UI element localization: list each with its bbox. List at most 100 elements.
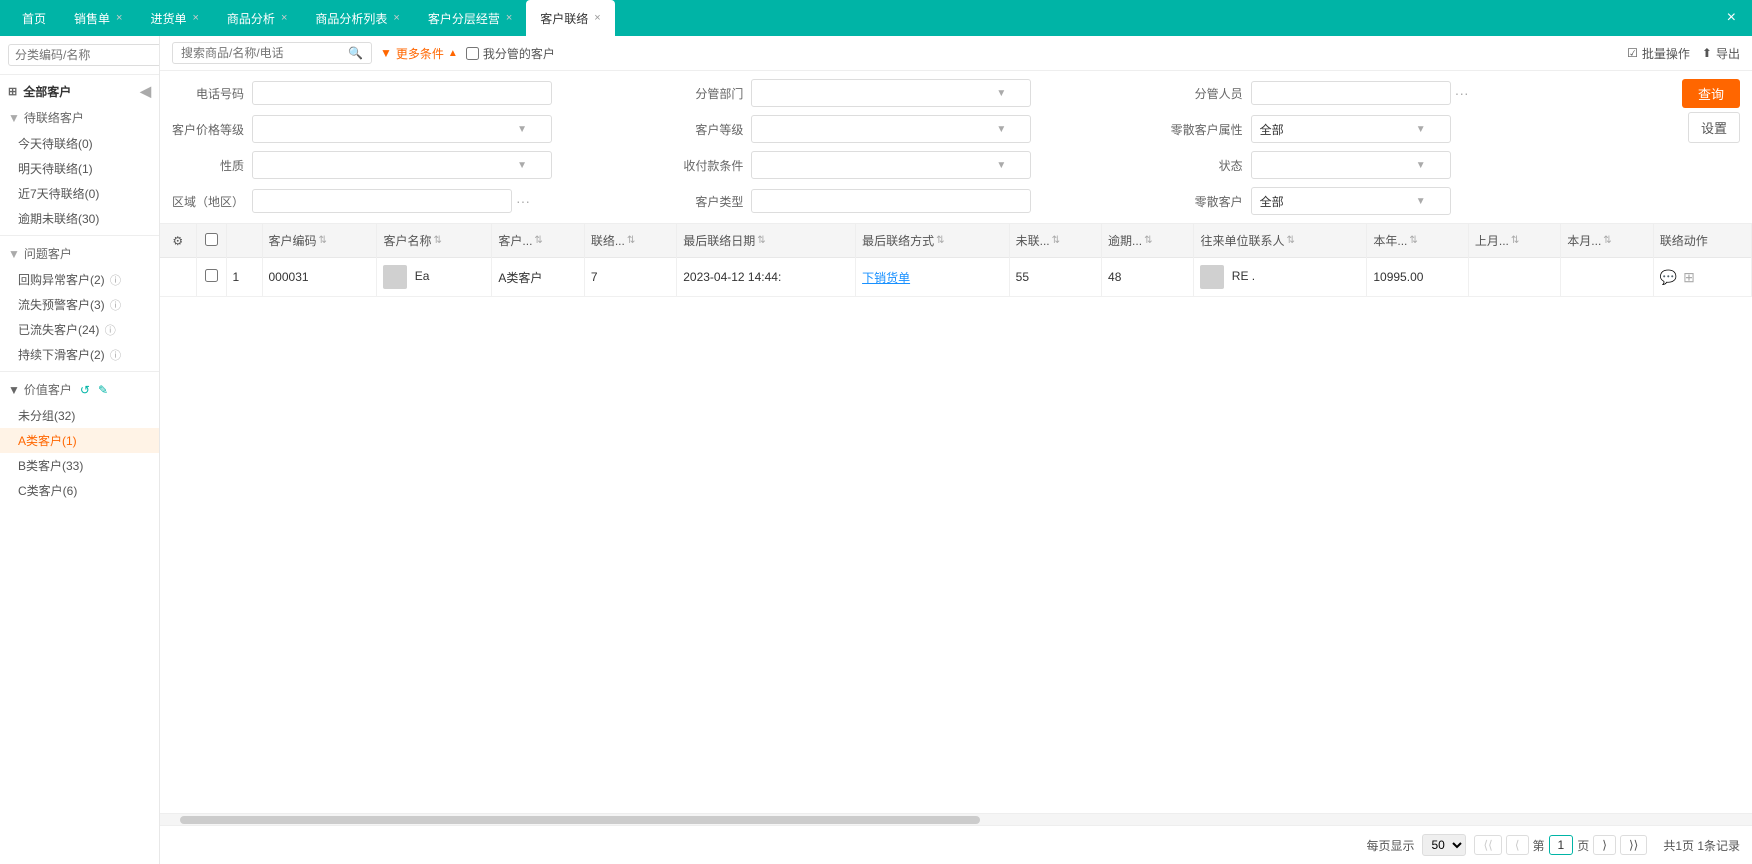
th-checkbox[interactable]: [196, 224, 226, 258]
toolbar-search-input[interactable]: [181, 46, 348, 60]
th-last-contact-date[interactable]: 最后联络日期 ⇅: [677, 224, 856, 258]
retail-attr-arrow-icon: ▼: [1416, 124, 1426, 135]
nav-purchase[interactable]: 进货单 ×: [136, 0, 212, 36]
my-customer-checkbox-container[interactable]: 我分管的客户: [466, 45, 555, 62]
customer-table: ⚙ 客户编码 ⇅: [160, 224, 1752, 297]
nav-purchase-close[interactable]: ×: [192, 12, 198, 24]
row-uncontacted-cell: 55: [1009, 258, 1101, 297]
customer-type-input[interactable]: [751, 189, 1031, 213]
sidebar-item-ungrouped[interactable]: 未分组(32): [0, 403, 159, 428]
refresh-icon[interactable]: ↺: [80, 383, 90, 397]
last-month-sort-icon: ⇅: [1511, 235, 1519, 246]
grid-icon: ⊞: [8, 85, 17, 98]
toolbar-search-icon[interactable]: 🔍: [348, 46, 363, 60]
last-page-button[interactable]: ⟩⟩: [1620, 835, 1647, 855]
sidebar-section-problem[interactable]: ▼ 问题客户: [0, 240, 159, 267]
nav-sales[interactable]: 销售单 ×: [60, 0, 136, 36]
page-size-select[interactable]: 50: [1422, 834, 1466, 856]
horizontal-scrollbar[interactable]: [160, 813, 1752, 825]
th-last-contact-method[interactable]: 最后联络方式 ⇅: [856, 224, 1010, 258]
sidebar-collapse-icon[interactable]: ◀: [140, 83, 151, 100]
region-dots-button[interactable]: ···: [512, 193, 534, 209]
next-page-button[interactable]: ⟩: [1593, 835, 1616, 855]
th-this-year[interactable]: 本年... ⇅: [1367, 224, 1469, 258]
chat-icon[interactable]: 💬: [1660, 269, 1677, 286]
sidebar-item-tomorrow-pending[interactable]: 明天待联络(1): [0, 156, 159, 181]
sidebar-item-overdue-contact[interactable]: 逾期未联络(30): [0, 206, 159, 231]
customer-level-arrow-icon: ▼: [996, 124, 1006, 135]
th-contact[interactable]: 联络... ⇅: [584, 224, 676, 258]
query-button[interactable]: 查询: [1682, 79, 1740, 108]
price-level-select[interactable]: ▼: [252, 115, 552, 143]
th-unit-contact[interactable]: 往来单位联系人 ⇅: [1194, 224, 1367, 258]
filter-field-payment: 收付款条件 ▼: [671, 151, 1170, 179]
th-name[interactable]: 客户名称 ⇅: [377, 224, 492, 258]
link-icon[interactable]: ⊞: [1683, 269, 1695, 286]
row-last-contact-date-cell: 2023-04-12 14:44:: [677, 258, 856, 297]
th-uncontacted[interactable]: 未联... ⇅: [1009, 224, 1101, 258]
more-filter-button[interactable]: ▼ 更多条件 ▲: [380, 45, 458, 62]
th-category[interactable]: 客户... ⇅: [492, 224, 584, 258]
page-size-label: 每页显示: [1366, 837, 1414, 854]
nature-select[interactable]: ▼: [252, 151, 552, 179]
nav-product-analysis-list[interactable]: 商品分析列表 ×: [301, 0, 413, 36]
sidebar-item-churn-warning[interactable]: 流失预警客户(3) ⓘ: [0, 292, 159, 317]
settings-icon[interactable]: ⚙: [172, 234, 183, 248]
last-contact-method-link[interactable]: 下销货单: [862, 271, 910, 285]
nav-home[interactable]: 首页: [8, 0, 60, 36]
th-this-month[interactable]: 本月... ⇅: [1561, 224, 1653, 258]
sidebar-item-today-pending[interactable]: 今天待联络(0): [0, 131, 159, 156]
sidebar-item-a-class[interactable]: A类客户(1): [0, 428, 159, 453]
prev-page-button[interactable]: ⟨: [1506, 835, 1529, 855]
filter-arrow-icon: ▲: [448, 48, 458, 59]
region-input[interactable]: [252, 189, 512, 213]
th-overdue[interactable]: 逾期... ⇅: [1102, 224, 1194, 258]
row-checkbox[interactable]: [205, 269, 218, 282]
sidebar-section-value-header: ▼ 价值客户 ↺ ✎: [0, 376, 159, 403]
row-actions: 💬 ⊞: [1660, 269, 1745, 286]
sidebar-item-churned[interactable]: 已流失客户(24) ⓘ: [0, 317, 159, 342]
nav-product-analysis-list-close[interactable]: ×: [393, 12, 399, 24]
status-select[interactable]: ▼: [1251, 151, 1451, 179]
close-all-tabs[interactable]: ×: [1719, 9, 1744, 27]
scrollbar-thumb[interactable]: [180, 816, 980, 824]
nav-product-analysis-close[interactable]: ×: [281, 12, 287, 24]
select-all-checkbox[interactable]: [205, 233, 218, 246]
row-checkbox-cell[interactable]: [196, 258, 226, 297]
nav-customer-tier-close[interactable]: ×: [506, 12, 512, 24]
first-page-button[interactable]: ⟨⟨: [1474, 835, 1501, 855]
nav-product-analysis[interactable]: 商品分析 ×: [213, 0, 301, 36]
sidebar-search-input[interactable]: [8, 44, 160, 66]
nav-sales-close[interactable]: ×: [116, 12, 122, 24]
nav-customer-tier[interactable]: 客户分层经营 ×: [414, 0, 526, 36]
sidebar-item-week-pending[interactable]: 近7天待联络(0): [0, 181, 159, 206]
dept-select[interactable]: ▼: [751, 79, 1031, 107]
retail-attr-select[interactable]: 全部 ▼: [1251, 115, 1451, 143]
edit-icon[interactable]: ✎: [98, 383, 108, 397]
th-code[interactable]: 客户编码 ⇅: [262, 224, 377, 258]
th-last-month[interactable]: 上月... ⇅: [1468, 224, 1560, 258]
th-settings[interactable]: ⚙: [160, 224, 196, 258]
export-button[interactable]: ⬆ 导出: [1702, 45, 1740, 62]
sidebar-section-pending[interactable]: ▼ 待联络客户: [0, 104, 159, 131]
nav-customer-contact[interactable]: 客户联络 ×: [526, 0, 614, 36]
last-contact-date-sort-icon: ⇅: [757, 235, 765, 246]
payment-select[interactable]: ▼: [751, 151, 1031, 179]
sidebar-item-b-class[interactable]: B类客户(33): [0, 453, 159, 478]
retail-customer-select[interactable]: 全部 ▼: [1251, 187, 1451, 215]
customer-level-select[interactable]: ▼: [751, 115, 1031, 143]
sidebar-item-repurchase-abnormal[interactable]: 回购异常客户(2) ⓘ: [0, 267, 159, 292]
manager-input[interactable]: [1251, 81, 1451, 105]
nav-customer-contact-close[interactable]: ×: [594, 12, 600, 24]
my-customer-checkbox[interactable]: [466, 47, 479, 60]
phone-input[interactable]: [252, 81, 552, 105]
row-last-contact-method-cell[interactable]: 下销货单: [856, 258, 1010, 297]
sidebar-item-c-class[interactable]: C类客户(6): [0, 478, 159, 503]
unit-contact-sort-icon: ⇅: [1286, 235, 1294, 246]
row-code-cell: 000031: [262, 258, 377, 297]
manager-dots-button[interactable]: ···: [1451, 85, 1473, 101]
settings-button[interactable]: 设置: [1688, 112, 1740, 143]
batch-operation-button[interactable]: ☑ 批量操作: [1627, 45, 1690, 62]
check-square-icon: ☑: [1627, 46, 1638, 60]
sidebar-item-declining[interactable]: 持续下滑客户(2) ⓘ: [0, 342, 159, 367]
